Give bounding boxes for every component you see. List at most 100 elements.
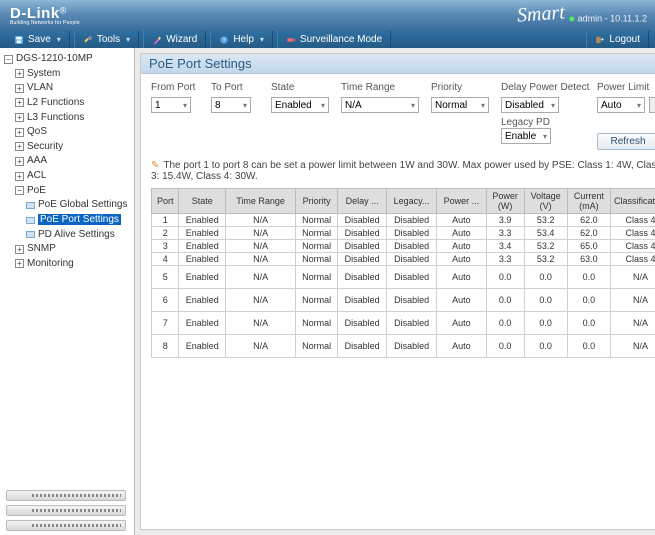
time-range-select[interactable]: N/A <box>341 97 419 113</box>
svg-text:?: ? <box>223 37 226 43</box>
power-limit-label: Power Limit <box>597 82 655 93</box>
save-menu[interactable]: Save <box>6 31 70 48</box>
brand-logo: D-Link® Building Networks for People <box>10 5 80 26</box>
state-label: State <box>271 82 335 93</box>
legacy-select[interactable]: Enable <box>501 128 551 144</box>
table-row[interactable]: 6EnabledN/ANormalDisabledDisabledAuto0.0… <box>152 289 655 312</box>
save-label: Save <box>28 34 51 45</box>
save-icon <box>14 35 24 45</box>
tools-icon <box>83 35 93 45</box>
table-row[interactable]: 5EnabledN/ANormalDisabledDisabledAuto0.0… <box>152 266 655 289</box>
expand-icon[interactable]: + <box>15 84 24 93</box>
col-voltage[interactable]: Voltage (V) <box>524 189 567 214</box>
nav-tree-panel: −DGS-1210-10MP +System +VLAN +L2 Functio… <box>0 48 135 535</box>
expand-icon[interactable]: + <box>15 98 24 107</box>
collapse-icon[interactable]: − <box>15 186 24 195</box>
admin-status: ● admin - 10.11.1.2 <box>568 13 647 25</box>
table-row[interactable]: 3EnabledN/ANormalDisabledDisabledAuto3.4… <box>152 240 655 253</box>
time-range-label: Time Range <box>341 82 425 93</box>
tools-menu[interactable]: Tools <box>74 31 139 48</box>
col-delay[interactable]: Delay ... <box>338 189 387 214</box>
table-row[interactable]: 8EnabledN/ANormalDisabledDisabledAuto0.0… <box>152 335 655 358</box>
tree-vlan[interactable]: +VLAN <box>15 81 132 96</box>
from-port-select[interactable]: 1 <box>151 97 191 113</box>
filter-controls: From Port To Port State Time Range Prior… <box>151 82 655 150</box>
tree-monitoring[interactable]: +Monitoring <box>15 257 132 272</box>
wizard-label: Wizard <box>166 34 197 45</box>
content-panel: PoE Port Settings Safeguard From Port To… <box>140 53 655 530</box>
tree-l3[interactable]: +L3 Functions <box>15 111 132 126</box>
tree-security[interactable]: +Security <box>15 140 132 155</box>
wizard-button[interactable]: Wizard <box>143 31 206 48</box>
expand-icon[interactable]: + <box>15 172 24 181</box>
brand-tagline: Building Networks for People <box>10 20 80 26</box>
logout-icon <box>595 35 605 45</box>
expand-icon[interactable]: + <box>15 259 24 268</box>
pencil-icon: ✎ <box>151 160 159 171</box>
nav-tree: −DGS-1210-10MP +System +VLAN +L2 Functio… <box>2 52 132 272</box>
tree-aaa[interactable]: +AAA <box>15 154 132 169</box>
surveillance-button[interactable]: Surveillance Mode <box>277 31 391 48</box>
tree-poe-global[interactable]: PoE Global Settings <box>26 198 132 213</box>
refresh-button[interactable]: Refresh <box>597 133 655 150</box>
table-row[interactable]: 4EnabledN/ANormalDisabledDisabledAuto3.3… <box>152 253 655 266</box>
tree-system[interactable]: +System <box>15 67 132 82</box>
from-port-label: From Port <box>151 82 205 93</box>
col-power-w[interactable]: Power (W) <box>486 189 524 214</box>
tree-pd-alive[interactable]: PD Alive Settings <box>26 228 132 243</box>
col-port[interactable]: Port <box>152 189 179 214</box>
app-header: D-Link® Building Networks for People Sma… <box>0 0 655 31</box>
expand-icon[interactable]: + <box>15 245 24 254</box>
tools-label: Tools <box>97 34 120 45</box>
tree-qos[interactable]: +QoS <box>15 125 132 140</box>
tree-snmp[interactable]: +SNMP <box>15 242 132 257</box>
power-limit-select[interactable]: Auto <box>597 97 645 113</box>
expand-icon[interactable]: + <box>15 69 24 78</box>
page-title: PoE Port Settings <box>149 56 655 71</box>
tree-root[interactable]: −DGS-1210-10MP +System +VLAN +L2 Functio… <box>4 52 132 272</box>
expand-icon[interactable]: + <box>15 157 24 166</box>
smart-logo: Smart <box>516 1 565 27</box>
col-current[interactable]: Current (mA) <box>567 189 610 214</box>
col-state[interactable]: State <box>179 189 226 214</box>
col-priority[interactable]: Priority <box>296 189 338 214</box>
admin-label: admin - 10.11.1.2 <box>578 13 647 23</box>
tree-l2[interactable]: +L2 Functions <box>15 96 132 111</box>
brand-reg: ® <box>60 6 67 16</box>
power-limit-input[interactable] <box>649 97 655 113</box>
logout-button[interactable]: Logout <box>586 31 649 48</box>
help-icon: ? <box>219 35 229 45</box>
help-label: Help <box>233 34 254 45</box>
state-select[interactable]: Enabled <box>271 97 329 113</box>
panel-titlebar: PoE Port Settings Safeguard <box>141 54 655 74</box>
priority-label: Priority <box>431 82 495 93</box>
tree-acl[interactable]: +ACL <box>15 169 132 184</box>
logout-label: Logout <box>609 34 640 45</box>
surveillance-icon <box>286 35 296 45</box>
tree-poe-port[interactable]: PoE Port Settings <box>26 213 132 228</box>
table-row[interactable]: 1EnabledN/ANormalDisabledDisabledAuto3.9… <box>152 214 655 227</box>
legacy-label: Legacy PD <box>501 117 591 128</box>
help-menu[interactable]: ? Help <box>210 31 273 48</box>
priority-select[interactable]: Normal <box>431 97 489 113</box>
tree-poe[interactable]: −PoE PoE Global Settings PoE Port Settin… <box>15 184 132 243</box>
col-classification[interactable]: Classification <box>610 189 655 214</box>
delay-label: Delay Power Detect <box>501 82 591 93</box>
delay-select[interactable]: Disabled <box>501 97 559 113</box>
collapse-icon[interactable]: − <box>4 55 13 64</box>
info-note: ✎The port 1 to port 8 can be set a power… <box>151 160 655 182</box>
page-icon <box>26 231 35 238</box>
expand-icon[interactable]: + <box>15 128 24 137</box>
table-row[interactable]: 7EnabledN/ANormalDisabledDisabledAuto0.0… <box>152 312 655 335</box>
to-port-select[interactable]: 8 <box>211 97 251 113</box>
wizard-icon <box>152 35 162 45</box>
col-legacy[interactable]: Legacy... <box>387 189 437 214</box>
table-row[interactable]: 2EnabledN/ANormalDisabledDisabledAuto3.3… <box>152 227 655 240</box>
page-icon <box>26 217 35 224</box>
poe-port-table: Port State Time Range Priority Delay ...… <box>151 188 655 358</box>
col-time-range[interactable]: Time Range <box>226 189 296 214</box>
device-image <box>6 461 126 531</box>
expand-icon[interactable]: + <box>15 142 24 151</box>
expand-icon[interactable]: + <box>15 113 24 122</box>
col-power-limit[interactable]: Power ... <box>437 189 487 214</box>
